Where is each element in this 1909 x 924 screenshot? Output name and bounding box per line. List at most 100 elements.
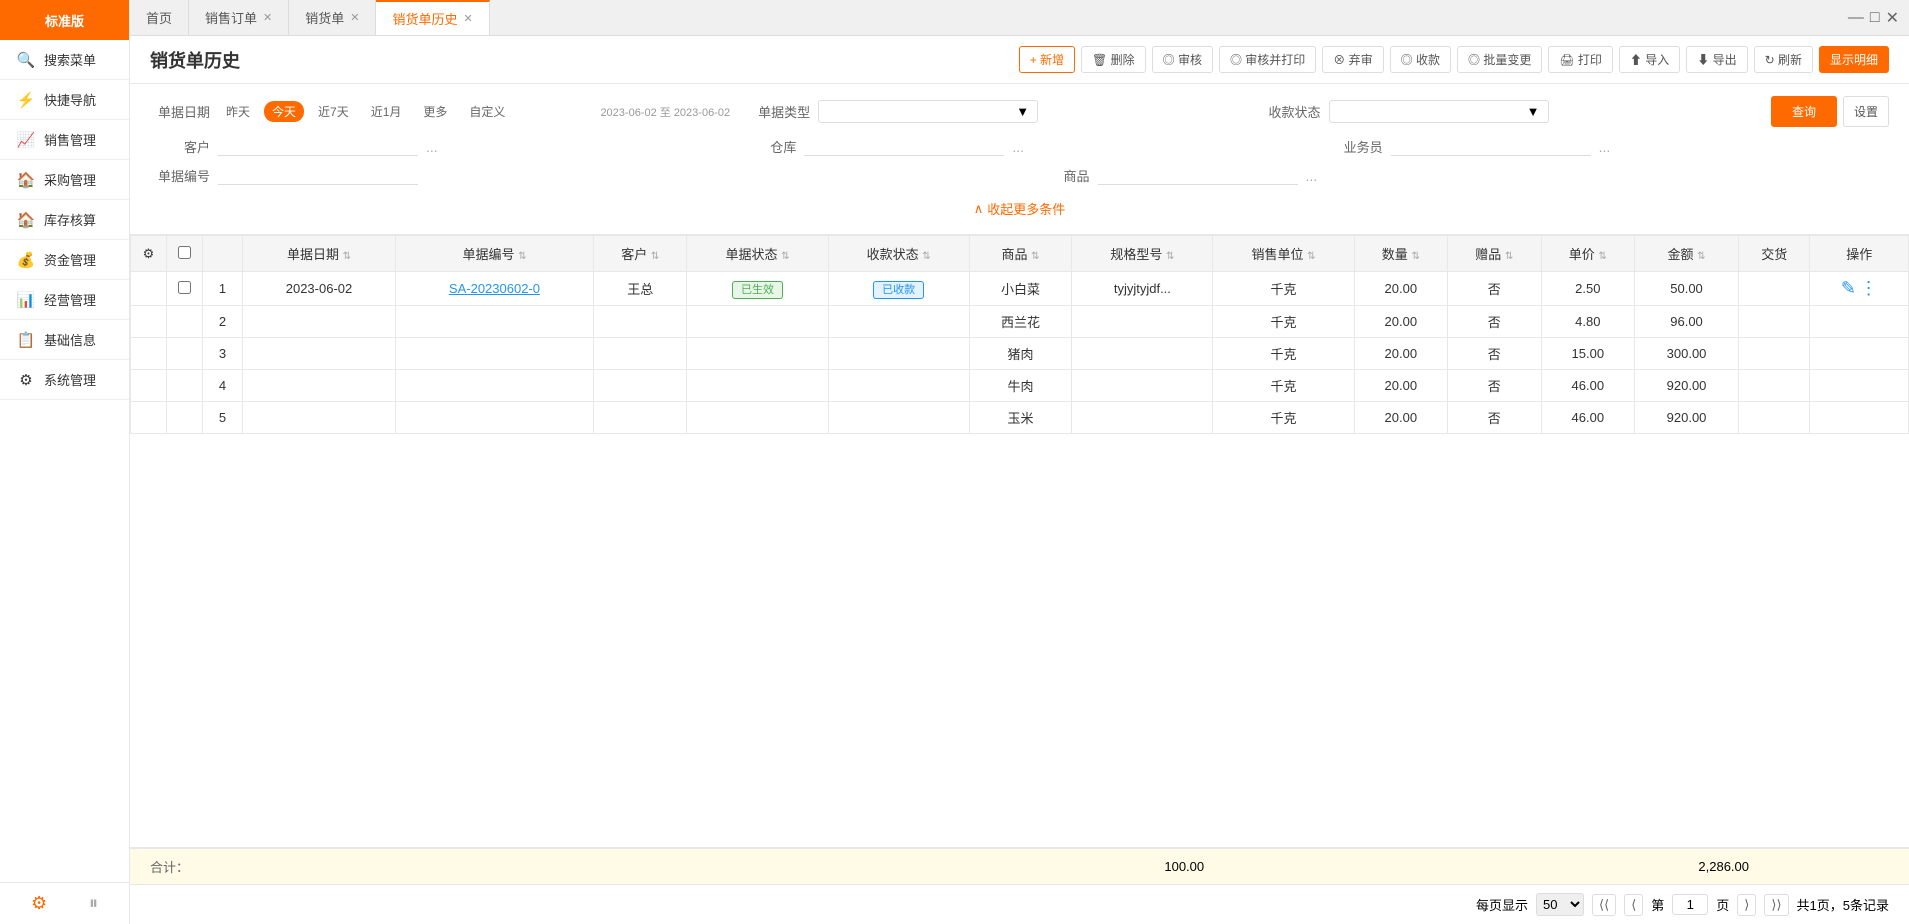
date-chip-7days[interactable]: 近7天 bbox=[310, 101, 357, 122]
staff-ellipsis[interactable]: ... bbox=[1599, 139, 1611, 155]
maximize-button[interactable]: □ bbox=[1870, 9, 1880, 27]
sidebar-item-operations[interactable]: 📊 经营管理 bbox=[0, 280, 129, 320]
sidebar-item-system-mgmt[interactable]: ⚙ 系统管理 bbox=[0, 360, 129, 400]
close-tab-sales-order[interactable]: ✕ bbox=[263, 11, 272, 24]
sort-spec-icon[interactable]: ⇅ bbox=[1166, 251, 1174, 262]
th-date[interactable]: 单据日期 ⇅ bbox=[243, 236, 396, 272]
sort-price-icon[interactable]: ⇅ bbox=[1598, 251, 1606, 262]
edit-button[interactable]: ✎ bbox=[1841, 278, 1856, 298]
cell-check[interactable] bbox=[167, 272, 203, 306]
th-goods[interactable]: 商品 ⇅ bbox=[969, 236, 1072, 272]
sidebar-item-finance[interactable]: 💰 资金管理 bbox=[0, 240, 129, 280]
goods-input[interactable] bbox=[1098, 166, 1298, 185]
sort-docstatus-icon[interactable]: ⇅ bbox=[781, 251, 789, 262]
th-doc-status[interactable]: 单据状态 ⇅ bbox=[687, 236, 828, 272]
th-settings[interactable]: ⚙ bbox=[131, 236, 167, 272]
sidebar-item-sales-mgmt[interactable]: 📈 销售管理 bbox=[0, 120, 129, 160]
th-customer[interactable]: 客户 ⇅ bbox=[593, 236, 686, 272]
date-chip-yesterday[interactable]: 昨天 bbox=[218, 101, 258, 122]
first-page-button[interactable]: ⟨⟨ bbox=[1592, 894, 1616, 916]
collapse-button[interactable]: ∧ 收起更多条件 bbox=[970, 195, 1070, 222]
new-button[interactable]: + 新增 bbox=[1019, 46, 1075, 73]
sidebar-item-quick-nav[interactable]: ⚡ 快捷导航 bbox=[0, 80, 129, 120]
sort-paystatus-icon[interactable]: ⇅ bbox=[922, 251, 930, 262]
cell-check[interactable] bbox=[167, 338, 203, 370]
cell-pay-status bbox=[828, 338, 969, 370]
doc-type-select[interactable]: ▼ bbox=[818, 100, 1038, 123]
last-page-button[interactable]: ⟩⟩ bbox=[1764, 894, 1788, 916]
cell-check[interactable] bbox=[167, 402, 203, 434]
doc-no-link[interactable]: SA-20230602-0 bbox=[449, 281, 540, 296]
review-print-button[interactable]: ◎ 审核并打印 bbox=[1219, 46, 1316, 73]
abandon-button[interactable]: ⊗ 弃审 bbox=[1322, 46, 1383, 73]
sort-qty-icon[interactable]: ⇅ bbox=[1411, 251, 1419, 262]
prev-page-button[interactable]: ⟨ bbox=[1624, 894, 1643, 916]
th-unit[interactable]: 销售单位 ⇅ bbox=[1213, 236, 1354, 272]
review-button[interactable]: ◎ 审核 bbox=[1152, 46, 1213, 73]
tab-home[interactable]: 首页 bbox=[130, 0, 189, 35]
cell-check[interactable] bbox=[167, 370, 203, 402]
customer-ellipsis[interactable]: ... bbox=[426, 139, 438, 155]
th-pay-status[interactable]: 收款状态 ⇅ bbox=[828, 236, 969, 272]
doc-type-field: 单据类型 ▼ bbox=[750, 100, 1240, 123]
select-all-checkbox[interactable] bbox=[178, 246, 191, 259]
sidebar-pause-icon[interactable]: ⏸ bbox=[89, 893, 98, 914]
page-input[interactable] bbox=[1672, 894, 1708, 915]
sidebar-item-purchase-mgmt[interactable]: 🏠 采购管理 bbox=[0, 160, 129, 200]
export-button[interactable]: ⬇ 导出 bbox=[1686, 46, 1747, 73]
th-price[interactable]: 单价 ⇅ bbox=[1541, 236, 1634, 272]
page-size-select[interactable]: 50 100 200 bbox=[1536, 893, 1584, 916]
query-button[interactable]: 查询 bbox=[1771, 96, 1837, 127]
sort-docno-icon[interactable]: ⇅ bbox=[518, 251, 526, 262]
collect-button[interactable]: ◎ 收款 bbox=[1390, 46, 1451, 73]
doc-no-input[interactable] bbox=[218, 166, 418, 185]
sort-date-icon[interactable]: ⇅ bbox=[343, 251, 351, 262]
th-qty[interactable]: 数量 ⇅ bbox=[1354, 236, 1447, 272]
customer-input[interactable] bbox=[218, 137, 418, 156]
minimize-button[interactable]: — bbox=[1848, 9, 1864, 27]
row-checkbox[interactable] bbox=[178, 281, 191, 294]
print-button[interactable]: 🖨 打印 bbox=[1548, 46, 1613, 73]
goods-ellipsis[interactable]: ... bbox=[1306, 168, 1318, 184]
sidebar-item-search[interactable]: 🔍 搜索菜单 bbox=[0, 40, 129, 80]
next-page-button[interactable]: ⟩ bbox=[1737, 894, 1756, 916]
sort-customer-icon[interactable]: ⇅ bbox=[651, 251, 659, 262]
tab-sales-history[interactable]: 销货单历史 ✕ bbox=[376, 0, 489, 35]
sidebar-settings-icon[interactable]: ⚙ bbox=[31, 893, 47, 914]
th-amount[interactable]: 金额 ⇅ bbox=[1635, 236, 1739, 272]
th-spec[interactable]: 规格型号 ⇅ bbox=[1072, 236, 1213, 272]
th-doc-no[interactable]: 单据编号 ⇅ bbox=[395, 236, 593, 272]
payment-status-select[interactable]: ▼ bbox=[1329, 100, 1549, 123]
sort-amount-icon[interactable]: ⇅ bbox=[1697, 251, 1705, 262]
more-button[interactable]: ⋮ bbox=[1860, 278, 1878, 298]
page-header: 销货单历史 + 新增 🗑 删除 ◎ 审核 ◎ 审核并打印 ⊗ 弃审 ◎ 收款 ◎… bbox=[130, 36, 1909, 84]
settings-button[interactable]: 设置 bbox=[1843, 96, 1889, 127]
import-button[interactable]: ⬆ 导入 bbox=[1619, 46, 1680, 73]
date-chip-today[interactable]: 今天 bbox=[264, 101, 304, 122]
th-gift[interactable]: 赠品 ⇅ bbox=[1448, 236, 1541, 272]
delete-button[interactable]: 🗑 删除 bbox=[1081, 46, 1146, 73]
sidebar-item-inventory[interactable]: 🏠 库存核算 bbox=[0, 200, 129, 240]
th-check[interactable] bbox=[167, 236, 203, 272]
sort-goods-icon[interactable]: ⇅ bbox=[1031, 251, 1039, 262]
date-chip-custom[interactable]: 自定义 bbox=[461, 101, 513, 122]
tab-sales-goods[interactable]: 销货单 ✕ bbox=[289, 0, 376, 35]
sidebar-item-base-info[interactable]: 📋 基础信息 bbox=[0, 320, 129, 360]
staff-input[interactable] bbox=[1391, 137, 1591, 156]
show-detail-button[interactable]: 显示明细 bbox=[1819, 46, 1889, 73]
refresh-button[interactable]: ↻ 刷新 bbox=[1754, 46, 1813, 73]
warehouse-ellipsis[interactable]: ... bbox=[1012, 139, 1024, 155]
date-chip-more[interactable]: 更多 bbox=[415, 101, 455, 122]
th-action: 操作 bbox=[1810, 236, 1909, 272]
sort-gift-icon[interactable]: ⇅ bbox=[1505, 251, 1513, 262]
cell-check[interactable] bbox=[167, 306, 203, 338]
sidebar-item-label: 快捷导航 bbox=[44, 90, 96, 109]
date-chip-1month[interactable]: 近1月 bbox=[363, 101, 410, 122]
close-tab-sales-goods[interactable]: ✕ bbox=[350, 11, 359, 24]
sort-unit-icon[interactable]: ⇅ bbox=[1307, 251, 1315, 262]
tab-sales-order[interactable]: 销售订单 ✕ bbox=[189, 0, 289, 35]
close-window-button[interactable]: ✕ bbox=[1886, 8, 1899, 28]
close-tab-sales-history[interactable]: ✕ bbox=[464, 12, 473, 25]
warehouse-input[interactable] bbox=[804, 137, 1004, 156]
batch-change-button[interactable]: ◎ 批量变更 bbox=[1457, 46, 1542, 73]
